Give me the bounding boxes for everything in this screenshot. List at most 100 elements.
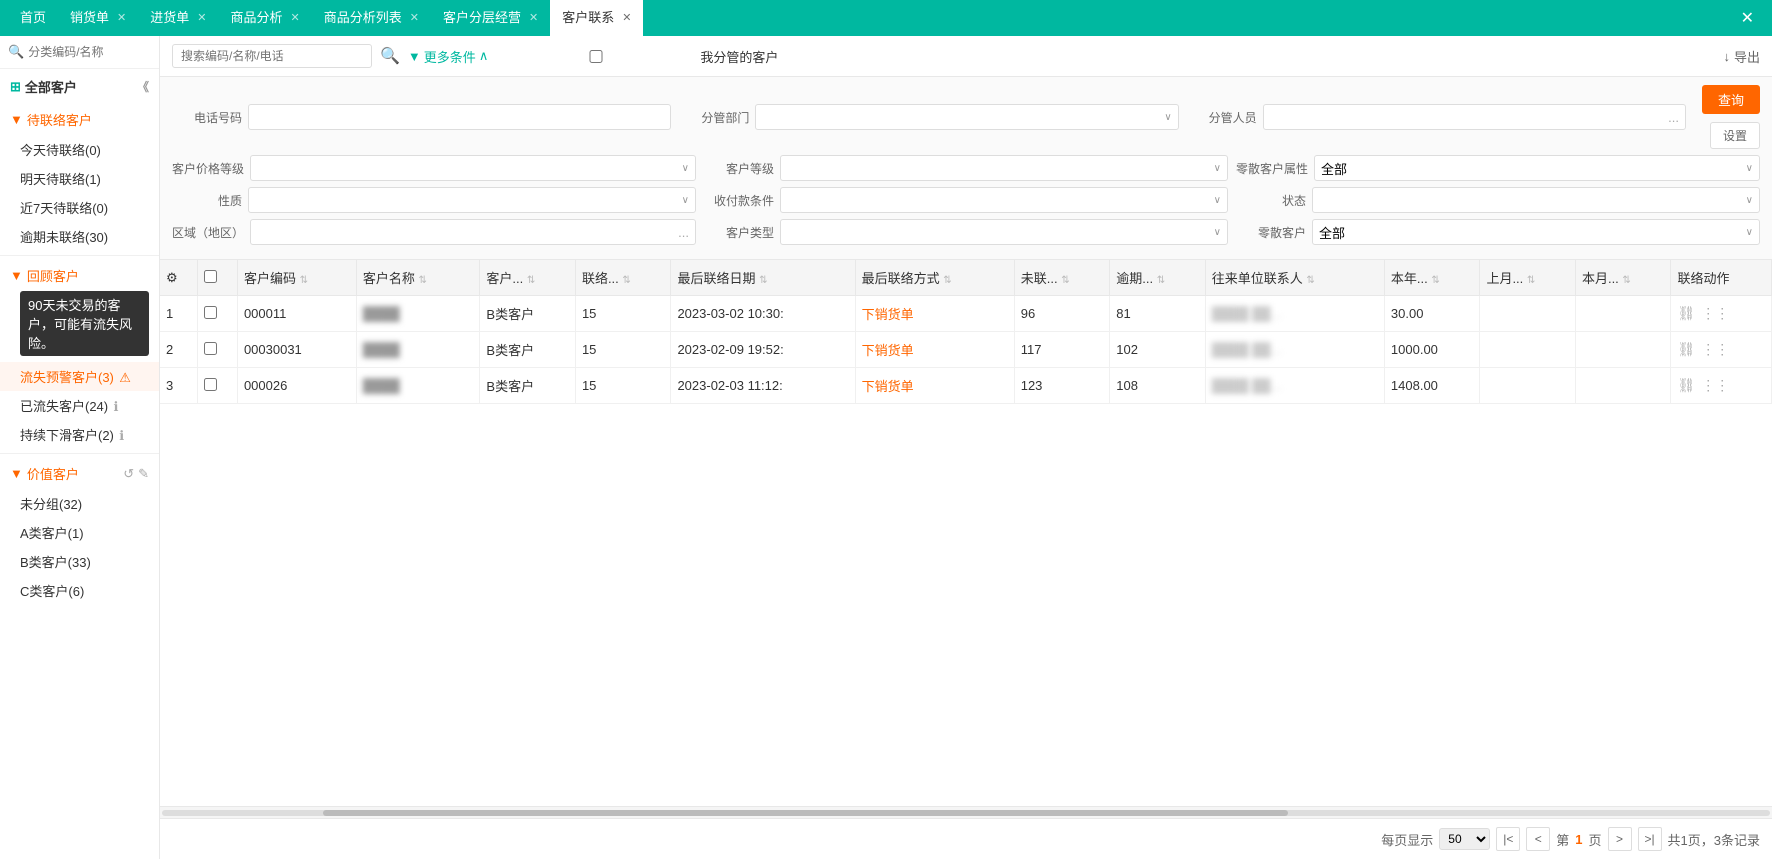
section-pending-contact[interactable]: ▼ 待联络客户 — [0, 104, 159, 135]
close-purchase-icon[interactable]: ✕ — [197, 0, 206, 36]
customer-type-arrow-icon: ∨ — [1214, 227, 1221, 238]
price-level-select[interactable]: ∨ — [250, 155, 696, 181]
window-close-button[interactable]: ✕ — [1731, 8, 1764, 28]
nav-product-analysis[interactable]: 商品分析 ✕ — [218, 0, 311, 36]
cell-checkbox-0[interactable] — [197, 296, 237, 332]
sidebar-item-today[interactable]: 今天待联络(0) — [0, 135, 159, 164]
region-select[interactable]: ... — [250, 219, 696, 245]
refresh-icon[interactable]: ↺ — [123, 466, 134, 482]
scrollbar-thumb[interactable] — [323, 810, 1288, 816]
close-customer-segment-icon[interactable]: ✕ — [529, 0, 538, 36]
next-page-button[interactable]: > — [1608, 827, 1632, 851]
col-name[interactable]: 客户名称 ⇅ — [356, 260, 480, 296]
cell-checkbox-1[interactable] — [197, 332, 237, 368]
nav-purchase[interactable]: 进货单 ✕ — [138, 0, 218, 36]
action-link-icon-0[interactable]: ⛓ — [1677, 305, 1695, 322]
cell-type-2: B类客户 — [480, 368, 576, 404]
sidebar-item-class-b[interactable]: B类客户(33) — [0, 547, 159, 576]
settings-button[interactable]: 设置 — [1710, 122, 1760, 149]
cell-uncontacted-0: 96 — [1014, 296, 1110, 332]
close-product-analysis-icon[interactable]: ✕ — [291, 0, 300, 36]
customer-level-select[interactable]: ∨ — [780, 155, 1228, 181]
filter-more-button[interactable]: ▼ 更多条件 ∧ — [408, 47, 488, 66]
action-link-icon-1[interactable]: ⛓ — [1677, 341, 1695, 358]
col-settings[interactable]: ⚙ — [160, 260, 197, 296]
customer-type-select[interactable]: ∨ — [780, 219, 1228, 245]
my-customers-checkbox[interactable] — [496, 50, 696, 63]
per-page-select[interactable]: 50 100 — [1439, 828, 1490, 850]
cell-code-2: 000026 — [237, 368, 356, 404]
export-button[interactable]: ↓ 导出 — [1723, 47, 1760, 66]
col-this-month[interactable]: 本月... ⇅ — [1575, 260, 1671, 296]
sidebar-item-class-c[interactable]: C类客户(6) — [0, 576, 159, 605]
sidebar-item-ungrouped[interactable]: 未分组(32) — [0, 489, 159, 518]
cell-no-1: 2 — [160, 332, 197, 368]
current-page: 1 — [1575, 832, 1582, 847]
prev-page-button[interactable]: < — [1526, 827, 1550, 851]
last-page-button[interactable]: >| — [1638, 827, 1662, 851]
col-type[interactable]: 客户... ⇅ — [480, 260, 576, 296]
nav-customer-segment[interactable]: 客户分层经营 ✕ — [431, 0, 550, 36]
status-select[interactable]: ∨ — [1312, 187, 1760, 213]
price-level-arrow-icon: ∨ — [682, 163, 689, 174]
dept-select[interactable]: ∨ — [755, 104, 1178, 130]
col-contact2[interactable]: 往来单位联系人 ⇅ — [1205, 260, 1384, 296]
close-customer-contact-icon[interactable]: ✕ — [622, 0, 631, 36]
nav-product-list[interactable]: 商品分析列表 ✕ — [312, 0, 431, 36]
col-last-month[interactable]: 上月... ⇅ — [1480, 260, 1576, 296]
sidebar-item-churn-warning[interactable]: 流失预警客户(3) ⚠ — [0, 362, 159, 391]
sidebar-item-tomorrow[interactable]: 明天待联络(1) — [0, 164, 159, 193]
payment-select[interactable]: ∨ — [780, 187, 1228, 213]
retail-attr-select[interactable]: 全部 ∨ — [1314, 155, 1760, 181]
sidebar-item-class-a[interactable]: A类客户(1) — [0, 518, 159, 547]
manager-select[interactable]: ... — [1263, 104, 1686, 130]
cell-last-method-1[interactable]: 下销货单 — [855, 332, 1014, 368]
retail-attr-arrow-icon: ∨ — [1746, 163, 1753, 174]
phone-input[interactable] — [248, 104, 671, 130]
col-last-method[interactable]: 最后联络方式 ⇅ — [855, 260, 1014, 296]
edit-icon[interactable]: ✎ — [138, 466, 149, 482]
search-input[interactable] — [172, 44, 372, 68]
nature-select[interactable]: ∨ — [248, 187, 696, 213]
collapse-icon[interactable]: 《 — [137, 78, 149, 95]
nav-sales[interactable]: 销货单 ✕ — [58, 0, 138, 36]
cell-last-method-0[interactable]: 下销货单 — [855, 296, 1014, 332]
col-checkbox[interactable] — [197, 260, 237, 296]
nav-customer-contact[interactable]: 客户联系 ✕ — [550, 0, 643, 36]
section-review-customers[interactable]: ▼ 回顾客户 — [0, 260, 159, 291]
select-all-checkbox[interactable] — [204, 270, 217, 283]
sidebar-item-churned[interactable]: 已流失客户(24) ℹ — [0, 391, 159, 420]
cell-uncontacted-2: 123 — [1014, 368, 1110, 404]
action-menu-icon-2[interactable]: ⋮⋮ — [1701, 377, 1729, 394]
sidebar-search-input[interactable] — [28, 45, 160, 59]
cell-checkbox-2[interactable] — [197, 368, 237, 404]
sidebar-item-overdue[interactable]: 逾期未联络(30) — [0, 222, 159, 251]
sidebar-item-7days[interactable]: 近7天待联络(0) — [0, 193, 159, 222]
col-overdue[interactable]: 逾期... ⇅ — [1110, 260, 1206, 296]
dept-label: 分管部门 — [679, 109, 749, 126]
query-button[interactable]: 查询 — [1702, 85, 1760, 114]
horizontal-scrollbar[interactable] — [160, 806, 1772, 818]
sidebar-item-declining[interactable]: 持续下滑客户(2) ℹ — [0, 420, 159, 449]
col-uncontacted[interactable]: 未联... ⇅ — [1014, 260, 1110, 296]
section-value-customers[interactable]: ▼ 价值客户 ↺ ✎ — [0, 458, 159, 489]
search-button[interactable]: 🔍 — [380, 46, 400, 66]
action-menu-icon-0[interactable]: ⋮⋮ — [1701, 305, 1729, 322]
cell-contact2-0: ████ ██... — [1205, 296, 1384, 332]
col-contact[interactable]: 联络... ⇅ — [575, 260, 671, 296]
retail-customer-select[interactable]: 全部 ∨ — [1312, 219, 1760, 245]
first-page-button[interactable]: |< — [1496, 827, 1520, 851]
col-code[interactable]: 客户编码 ⇅ — [237, 260, 356, 296]
sidebar-search-area: 🔍 — [0, 36, 159, 69]
cell-this-month-0 — [1575, 296, 1671, 332]
action-link-icon-2[interactable]: ⛓ — [1677, 377, 1695, 394]
action-menu-icon-1[interactable]: ⋮⋮ — [1701, 341, 1729, 358]
close-sales-icon[interactable]: ✕ — [117, 0, 126, 36]
close-product-list-icon[interactable]: ✕ — [410, 0, 419, 36]
sort-this-year-icon: ⇅ — [1431, 275, 1439, 286]
cell-last-method-2[interactable]: 下销货单 — [855, 368, 1014, 404]
col-this-year[interactable]: 本年... ⇅ — [1384, 260, 1480, 296]
my-customers-checkbox-label[interactable]: 我分管的客户 — [496, 47, 778, 66]
nav-home[interactable]: 首页 — [8, 0, 58, 36]
col-last-date[interactable]: 最后联络日期 ⇅ — [671, 260, 855, 296]
